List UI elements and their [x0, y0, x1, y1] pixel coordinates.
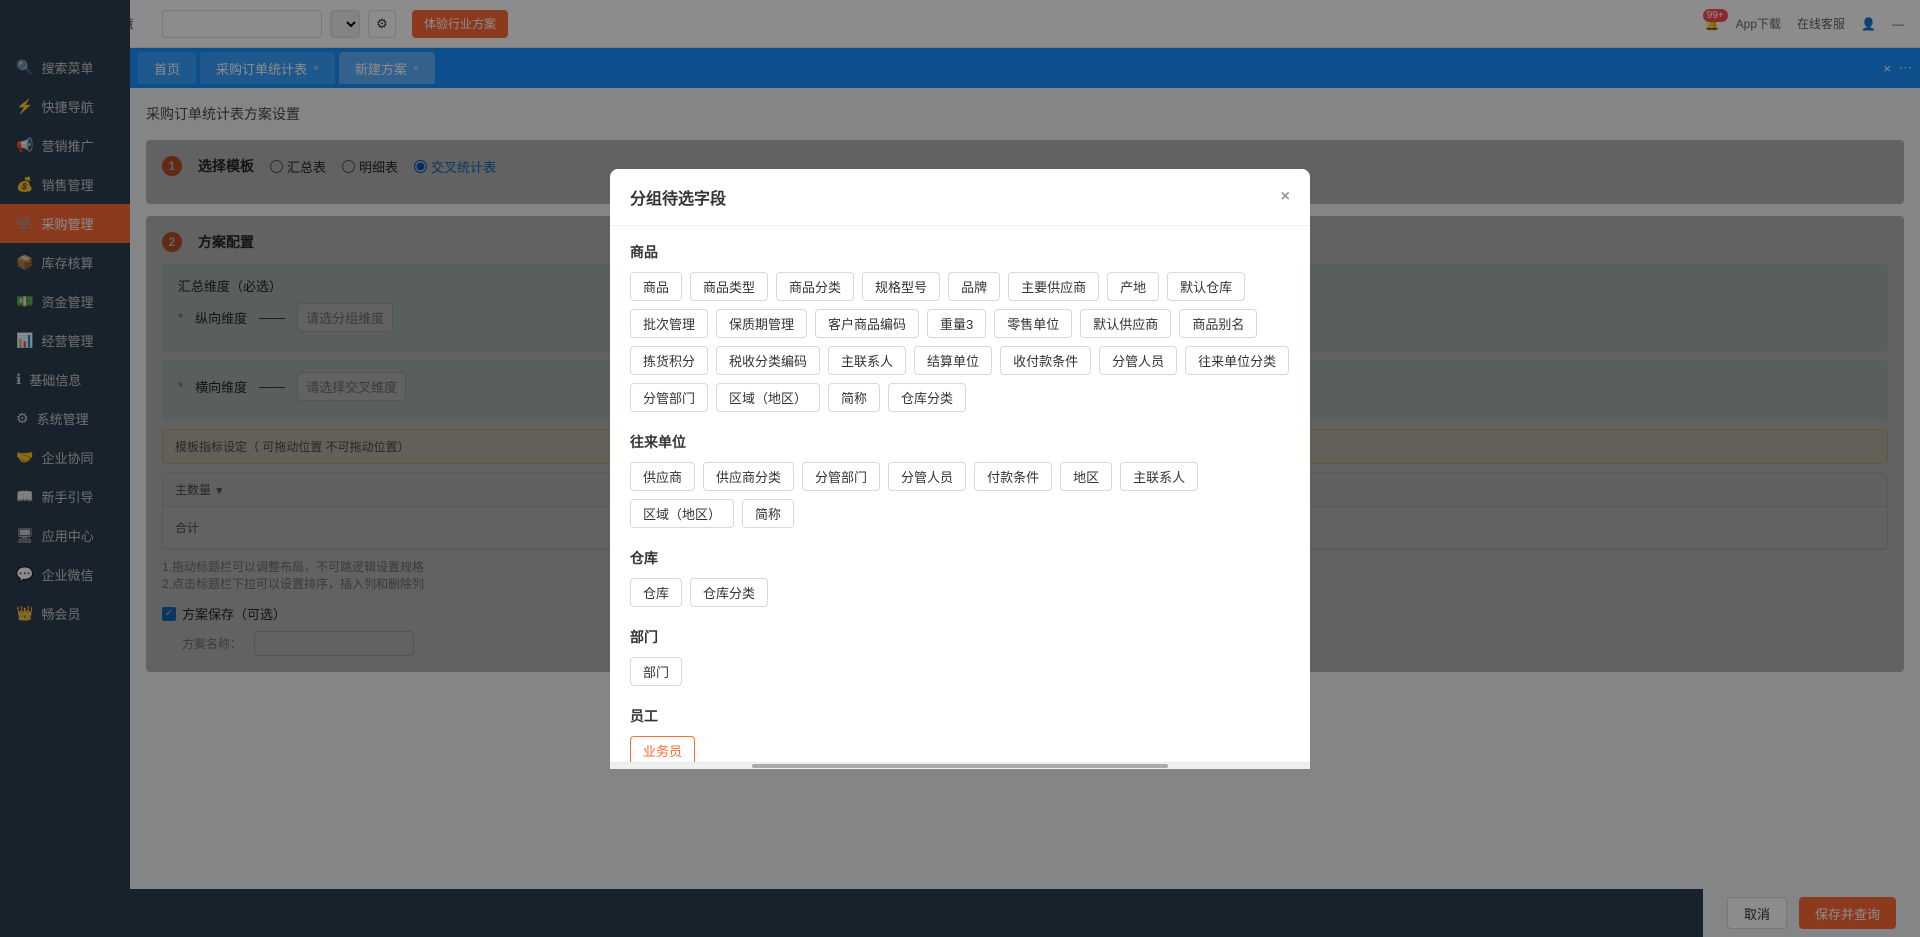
field-batch-mgmt[interactable]: 批次管理	[630, 309, 708, 338]
field-goods-alias[interactable]: 商品别名	[1179, 309, 1257, 338]
field-brand[interactable]: 品牌	[948, 272, 1000, 301]
field-partner-category[interactable]: 往来单位分类	[1185, 346, 1289, 375]
field-spec-model[interactable]: 规格型号	[862, 272, 940, 301]
partner-field-grid: 供应商 供应商分类 分管部门 分管人员 付款条件 地区 主联系人 区域（地区） …	[630, 462, 1290, 528]
field-default-warehouse[interactable]: 默认仓库	[1167, 272, 1245, 301]
field-settlement-unit[interactable]: 结算单位	[914, 346, 992, 375]
modal-hscrollbar[interactable]	[610, 762, 1310, 768]
field-warehouse[interactable]: 仓库	[630, 578, 682, 607]
field-main-supplier[interactable]: 主要供应商	[1008, 272, 1099, 301]
section-department-title: 部门	[630, 627, 1290, 647]
section-employee: 员工 业务员	[630, 706, 1290, 763]
warehouse-field-grid: 仓库 仓库分类	[630, 578, 1290, 607]
field-department[interactable]: 部门	[630, 657, 682, 686]
field-goods-type[interactable]: 商品类型	[690, 272, 768, 301]
section-warehouse-title: 仓库	[630, 548, 1290, 568]
field-manager2[interactable]: 分管人员	[888, 462, 966, 491]
field-manager[interactable]: 分管人员	[1099, 346, 1177, 375]
section-warehouse: 仓库 仓库 仓库分类	[630, 548, 1290, 607]
field-abbr[interactable]: 简称	[828, 383, 880, 412]
employee-field-grid: 业务员	[630, 736, 1290, 763]
field-retail-unit[interactable]: 零售单位	[994, 309, 1072, 338]
goods-field-grid: 商品 商品类型 商品分类 规格型号 品牌 主要供应商 产地 默认仓库 批次管理 …	[630, 272, 1290, 412]
section-department: 部门 部门	[630, 627, 1290, 686]
dept-field-grid: 部门	[630, 657, 1290, 686]
modal-header: 分组待选字段 ×	[610, 169, 1310, 226]
modal-title: 分组待选字段	[630, 185, 726, 209]
field-supplier[interactable]: 供应商	[630, 462, 695, 491]
field-area2[interactable]: 区域（地区）	[630, 499, 734, 528]
field-payment-terms[interactable]: 收付款条件	[1000, 346, 1091, 375]
section-employee-title: 员工	[630, 706, 1290, 726]
field-customer-code[interactable]: 客户商品编码	[815, 309, 919, 338]
field-salesperson[interactable]: 业务员	[630, 736, 695, 763]
section-goods-title: 商品	[630, 242, 1290, 262]
field-supplier-cat[interactable]: 供应商分类	[703, 462, 794, 491]
field-dept[interactable]: 分管部门	[630, 383, 708, 412]
field-region[interactable]: 区域（地区）	[716, 383, 820, 412]
modal-overlay: 分组待选字段 × 商品 商品 商品类型 商品分类 规格型号 品牌 主要供应商 产…	[0, 0, 1920, 937]
field-main-contact[interactable]: 主联系人	[828, 346, 906, 375]
field-pick-points[interactable]: 拣货积分	[630, 346, 708, 375]
field-payment-terms2[interactable]: 付款条件	[974, 462, 1052, 491]
field-origin[interactable]: 产地	[1107, 272, 1159, 301]
field-warehouse-category[interactable]: 仓库分类	[690, 578, 768, 607]
section-partner-title: 往来单位	[630, 432, 1290, 452]
modal-body[interactable]: 商品 商品 商品类型 商品分类 规格型号 品牌 主要供应商 产地 默认仓库 批次…	[610, 226, 1310, 763]
field-abbr2[interactable]: 简称	[742, 499, 794, 528]
field-select-modal: 分组待选字段 × 商品 商品 商品类型 商品分类 规格型号 品牌 主要供应商 产…	[610, 169, 1310, 769]
field-goods-category[interactable]: 商品分类	[776, 272, 854, 301]
field-weight3[interactable]: 重量3	[927, 309, 986, 338]
field-default-supplier[interactable]: 默认供应商	[1080, 309, 1171, 338]
section-partner: 往来单位 供应商 供应商分类 分管部门 分管人员 付款条件 地区 主联系人 区域…	[630, 432, 1290, 528]
field-main-contact2[interactable]: 主联系人	[1120, 462, 1198, 491]
field-tax-code[interactable]: 税收分类编码	[716, 346, 820, 375]
modal-close-button[interactable]: ×	[1281, 188, 1290, 206]
field-warehouse-cat[interactable]: 仓库分类	[888, 383, 966, 412]
field-dept2[interactable]: 分管部门	[802, 462, 880, 491]
field-goods[interactable]: 商品	[630, 272, 682, 301]
field-expiry-mgmt[interactable]: 保质期管理	[716, 309, 807, 338]
section-goods: 商品 商品 商品类型 商品分类 规格型号 品牌 主要供应商 产地 默认仓库 批次…	[630, 242, 1290, 412]
field-region2[interactable]: 地区	[1060, 462, 1112, 491]
